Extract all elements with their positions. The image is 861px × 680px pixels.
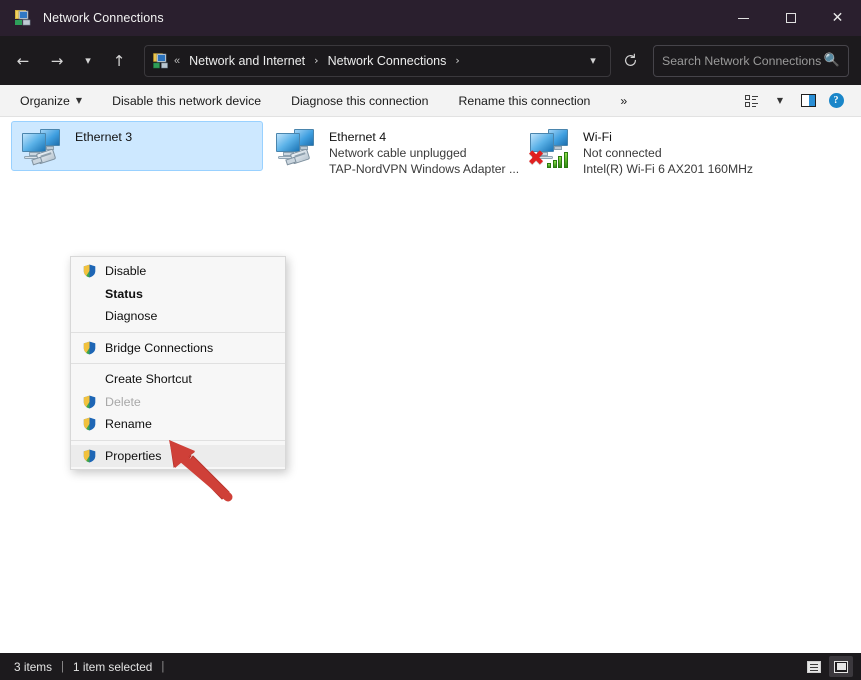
list-item[interactable]: Ethernet 4 Network cable unplugged TAP-N… — [265, 121, 517, 171]
breadcrumb-overflow-icon[interactable]: « — [174, 55, 179, 67]
context-menu-item-diagnose[interactable]: Diagnose — [71, 305, 285, 328]
connection-status: Network cable unplugged — [329, 145, 511, 161]
breadcrumb-separator-2[interactable]: › — [449, 54, 465, 67]
breadcrumb-network-and-internet[interactable]: Network and Internet — [186, 51, 308, 71]
context-menu-separator — [71, 363, 285, 364]
command-toolbar: Organize ▼ Disable this network device D… — [0, 85, 861, 117]
context-menu-item-delete: Delete — [71, 391, 285, 414]
list-item[interactable]: ✖ Wi-Fi Not connected Intel(R) Wi-Fi 6 A… — [519, 121, 771, 171]
connection-name: Ethernet 3 — [75, 129, 132, 145]
selection-count-label: 1 item selected — [73, 660, 152, 674]
context-menu-item-label: Disable — [105, 264, 146, 278]
context-menu-item-label: Bridge Connections — [105, 341, 213, 355]
organize-chevron-down-icon: ▼ — [76, 96, 82, 105]
context-menu-item-label: Delete — [105, 395, 141, 409]
connections-list: Ethernet 3 Ethernet 4 Network cable unpl… — [0, 117, 861, 653]
context-menu-item-status[interactable]: Status — [71, 283, 285, 306]
shield-icon — [83, 341, 105, 355]
item-count-label: 3 items — [14, 660, 52, 674]
context-menu-item-label: Diagnose — [105, 309, 157, 323]
view-options-icon[interactable] — [739, 89, 765, 113]
navigation-bar: ← → ▾ ↑ « Network and Internet › Network… — [0, 36, 861, 85]
signal-bars-icon — [547, 150, 569, 168]
context-menu-item-disable[interactable]: Disable — [71, 260, 285, 283]
window-controls: ✕ — [720, 0, 861, 36]
forward-arrow-icon[interactable]: → — [42, 46, 72, 76]
connection-text: Wi-Fi Not connected Intel(R) Wi-Fi 6 AX2… — [583, 126, 753, 177]
context-menu-separator — [71, 332, 285, 333]
shield-icon — [83, 264, 105, 278]
search-input[interactable] — [662, 54, 824, 68]
recent-locations-chevron-down-icon[interactable]: ▾ — [76, 46, 100, 76]
breadcrumb-separator-1[interactable]: › — [308, 54, 324, 67]
context-menu-item-rename[interactable]: Rename — [71, 413, 285, 436]
context-menu-item-properties[interactable]: Properties — [71, 445, 285, 468]
list-item[interactable]: Ethernet 3 — [11, 121, 263, 171]
network-adapter-icon: ✖ — [525, 126, 577, 170]
view-dropdown-chevron-down-icon[interactable]: ▼ — [767, 89, 793, 113]
toolbar-right-group: ▼ ? — [739, 89, 853, 113]
network-connections-window: Network Connections ✕ ← → ▾ ↑ « Ne — [0, 0, 861, 680]
organize-label: Organize — [20, 94, 70, 108]
context-menu-separator — [71, 440, 285, 441]
network-adapter-icon — [271, 126, 323, 170]
minimize-button[interactable] — [720, 0, 767, 36]
connection-adapter: Intel(R) Wi-Fi 6 AX201 160MHz — [583, 161, 753, 177]
context-menu-item-create-shortcut[interactable]: Create Shortcut — [71, 368, 285, 391]
status-bar: 3 items | 1 item selected | — [0, 653, 861, 680]
context-menu-item-label: Properties — [105, 449, 161, 463]
address-bar[interactable]: « Network and Internet › Network Connect… — [144, 45, 611, 77]
red-x-icon: ✖ — [526, 148, 546, 168]
maximize-button[interactable] — [767, 0, 814, 36]
search-box[interactable]: 🔍 — [653, 45, 849, 77]
connection-name: Wi-Fi — [583, 129, 753, 145]
details-view-icon[interactable] — [802, 656, 826, 677]
title-bar-left: Network Connections — [0, 9, 164, 27]
context-menu: Disable Status Diagnose — [70, 256, 286, 470]
back-arrow-icon[interactable]: ← — [8, 46, 38, 76]
context-menu-item-bridge-connections[interactable]: Bridge Connections — [71, 337, 285, 360]
connection-text: Ethernet 4 Network cable unplugged TAP-N… — [329, 126, 511, 177]
context-menu-item-label: Status — [105, 287, 143, 301]
toolbar-overflow-button[interactable]: » — [612, 90, 635, 112]
title-bar: Network Connections ✕ — [0, 0, 861, 36]
refresh-icon[interactable] — [615, 46, 645, 76]
help-glyph: ? — [829, 93, 844, 108]
diagnose-connection-button[interactable]: Diagnose this connection — [283, 90, 436, 112]
network-adapter-icon — [17, 126, 69, 170]
address-dropdown-chevron-down-icon[interactable]: ▾ — [580, 48, 606, 74]
organize-button[interactable]: Organize ▼ — [12, 90, 90, 112]
connection-name: Ethernet 4 — [329, 129, 511, 145]
status-separator-2: | — [152, 661, 173, 673]
context-menu-item-label: Rename — [105, 417, 152, 431]
shield-icon — [83, 449, 105, 463]
help-icon[interactable]: ? — [823, 89, 849, 113]
connection-text: Ethernet 3 — [75, 126, 132, 145]
context-menu-item-label: Create Shortcut — [105, 372, 192, 386]
up-arrow-icon[interactable]: ↑ — [104, 46, 134, 76]
connection-adapter: TAP-NordVPN Windows Adapter ... — [329, 161, 511, 177]
status-separator-1: | — [52, 661, 73, 673]
close-button[interactable]: ✕ — [814, 0, 861, 36]
disable-network-device-button[interactable]: Disable this network device — [104, 90, 269, 112]
preview-pane-icon[interactable] — [795, 89, 821, 113]
window-title: Network Connections — [43, 11, 164, 25]
shield-icon — [83, 417, 105, 431]
large-icons-view-icon[interactable] — [829, 656, 853, 677]
network-connections-icon — [14, 9, 32, 27]
search-icon[interactable]: 🔍 — [824, 53, 840, 68]
network-folder-icon — [153, 53, 169, 69]
breadcrumb-network-connections[interactable]: Network Connections — [325, 51, 450, 71]
rename-connection-button[interactable]: Rename this connection — [450, 90, 598, 112]
connection-status: Not connected — [583, 145, 753, 161]
shield-icon — [83, 395, 105, 409]
